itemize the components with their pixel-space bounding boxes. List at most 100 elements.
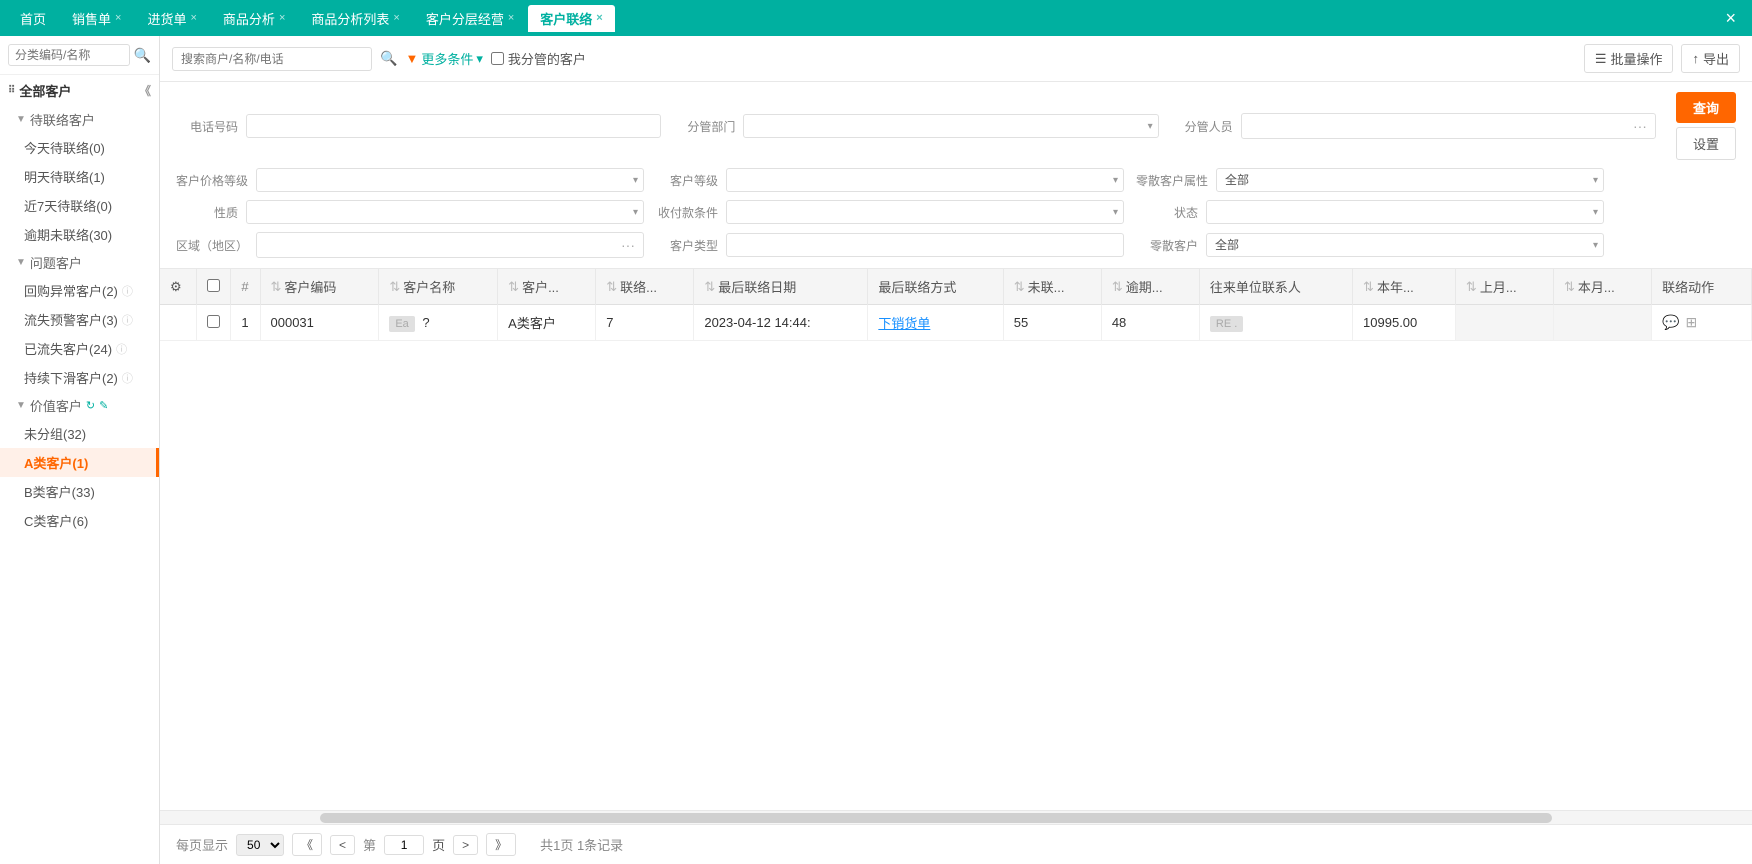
th-unit-contacts[interactable]: 往来单位联系人	[1199, 269, 1352, 305]
filter-dept-select[interactable]	[743, 114, 1158, 138]
nav-tab-customer-segment-close[interactable]: ×	[508, 12, 514, 24]
sidebar-item-repurchase-abnormal[interactable]: 回购异常客户(2) ⓘ	[0, 276, 159, 305]
filter-payment-field: 收付款条件 ▾	[656, 200, 1124, 224]
select-all-checkbox[interactable]	[207, 279, 220, 292]
sidebar-item-class-a[interactable]: A类客户(1)	[0, 448, 159, 477]
sidebar-value-edit-icon[interactable]: ✎	[99, 399, 108, 412]
nav-tab-purchase[interactable]: 进货单 ×	[135, 5, 208, 32]
sidebar-group-problem-triangle: ▼	[16, 257, 26, 268]
sidebar-value-refresh-icon[interactable]: ↻	[86, 399, 95, 412]
horizontal-scrollbar[interactable]	[160, 810, 1752, 824]
th-contact[interactable]: ⇅ 联络...	[596, 269, 694, 305]
filter-region-field: 区域（地区） ···	[176, 232, 644, 258]
nav-tab-product-analysis-list[interactable]: 商品分析列表 ×	[299, 5, 411, 32]
batch-operation-button[interactable]: ☰ 批量操作	[1584, 44, 1674, 73]
nav-close-all-button[interactable]: ×	[1717, 8, 1744, 29]
sidebar-item-tomorrow[interactable]: 明天待联络(1)	[0, 162, 159, 191]
filter-nature-select[interactable]	[246, 200, 644, 224]
filter-payment-select[interactable]	[726, 200, 1124, 224]
first-page-button[interactable]: 《	[292, 833, 322, 856]
th-customer-name[interactable]: ⇅ 客户名称	[379, 269, 498, 305]
sidebar-item-overdue[interactable]: 逾期未联络(30)	[0, 220, 159, 249]
page-number-input[interactable]	[384, 835, 424, 855]
grid-action-icon[interactable]: ⊞	[1686, 314, 1698, 331]
nav-tab-customer-segment[interactable]: 客户分层经营 ×	[414, 5, 526, 32]
settings-button[interactable]: 设置	[1676, 127, 1736, 160]
row-checkbox[interactable]	[207, 315, 220, 328]
nav-tab-customer-contact[interactable]: 客户联络 ×	[528, 5, 614, 32]
nav-tab-sales[interactable]: 销售单 ×	[60, 5, 133, 32]
sidebar-search-input[interactable]	[8, 44, 130, 66]
chat-action-icon[interactable]: 💬	[1662, 314, 1679, 331]
filter-retail-attr-select[interactable]: 全部	[1216, 168, 1604, 192]
td-overdue: 48	[1101, 305, 1199, 341]
th-last-contact-method[interactable]: 最后联络方式	[868, 269, 1003, 305]
sidebar-item-class-b[interactable]: B类客户(33)	[0, 477, 159, 506]
nav-tab-home[interactable]: 首页	[8, 5, 58, 32]
td-this-year: 10995.00	[1353, 305, 1456, 341]
sidebar-item-7days[interactable]: 近7天待联络(0)	[0, 191, 159, 220]
sidebar-item-class-c[interactable]: C类客户(6)	[0, 506, 159, 535]
filter-status-field: 状态 ▾	[1136, 200, 1604, 224]
th-last-contact-date-sort-icon: ⇅	[704, 279, 715, 295]
nav-tab-product-analysis-list-close[interactable]: ×	[393, 12, 399, 24]
filter-phone-input[interactable]	[246, 114, 661, 138]
nav-tab-product-analysis-close[interactable]: ×	[279, 12, 285, 24]
filter-search-input[interactable]	[172, 47, 372, 71]
filter-region-input[interactable]: ···	[256, 232, 644, 258]
filter-price-level-select[interactable]	[256, 168, 644, 192]
filter-my-customers-checkbox[interactable]	[491, 52, 504, 65]
filter-payment-wrapper: ▾	[726, 200, 1124, 224]
filter-retail-customer-select[interactable]: 全部	[1206, 233, 1604, 257]
sidebar-collapse-icon[interactable]: 《	[139, 82, 151, 99]
th-customer-type-label: 客户...	[522, 277, 559, 296]
sidebar-group-pending-contact[interactable]: ▼ 待联络客户	[0, 106, 159, 133]
filter-customer-level-select[interactable]	[726, 168, 1124, 192]
query-button[interactable]: 查询	[1676, 92, 1736, 123]
th-customer-type[interactable]: ⇅ 客户...	[498, 269, 596, 305]
filter-status-label: 状态	[1136, 204, 1206, 221]
sidebar-search-icon[interactable]: 🔍	[134, 47, 151, 64]
nav-tab-purchase-close[interactable]: ×	[190, 12, 196, 24]
th-not-contacted[interactable]: ⇅ 未联...	[1003, 269, 1101, 305]
filter-search-icon[interactable]: 🔍	[380, 50, 397, 67]
th-overdue[interactable]: ⇅ 逾期...	[1101, 269, 1199, 305]
sidebar: 🔍 ⠿ 全部客户 《 ▼ 待联络客户 今天待联络(0) 明天待联络(1) 近7天…	[0, 36, 160, 864]
sidebar-group-value[interactable]: ▼ 价值客户 ↻ ✎	[0, 392, 159, 419]
sidebar-item-continuous-decline[interactable]: 持续下滑客户(2) ⓘ	[0, 363, 159, 392]
export-button[interactable]: ↑ 导出	[1681, 44, 1740, 73]
sidebar-item-lost-risk[interactable]: 流失预警客户(3) ⓘ	[0, 305, 159, 334]
last-page-button[interactable]: 》	[486, 833, 516, 856]
filter-more-conditions-button[interactable]: ▼ 更多条件 ▾	[405, 49, 482, 68]
sidebar-item-unclassified[interactable]: 未分组(32)	[0, 419, 159, 448]
th-this-year[interactable]: ⇅ 本年...	[1353, 269, 1456, 305]
sidebar-group-problem[interactable]: ▼ 问题客户	[0, 249, 159, 276]
th-customer-code[interactable]: ⇅ 客户编码	[260, 269, 379, 305]
sidebar-all-customers[interactable]: ⠿ 全部客户 《	[0, 75, 159, 106]
next-page-button[interactable]: >	[453, 835, 478, 855]
filter-phone-field: 电话号码	[176, 114, 661, 138]
sidebar-item-class-c-label: C类客户(6)	[24, 511, 88, 530]
prev-page-button[interactable]: <	[330, 835, 355, 855]
sidebar-item-today[interactable]: 今天待联络(0)	[0, 133, 159, 162]
nav-tab-product-analysis[interactable]: 商品分析 ×	[211, 5, 297, 32]
settings-gear-icon[interactable]: ⚙	[170, 279, 182, 295]
nav-tab-sales-close[interactable]: ×	[115, 12, 121, 24]
th-last-contact-date[interactable]: ⇅ 最后联络日期	[694, 269, 868, 305]
filter-icon: ▼	[405, 51, 418, 66]
nav-tab-customer-contact-close[interactable]: ×	[596, 12, 602, 24]
filter-manager-input[interactable]: ···	[1241, 113, 1656, 139]
last-contact-method-link[interactable]: 下销货单	[878, 316, 930, 331]
filter-customer-type-select[interactable]	[726, 233, 1124, 257]
th-settings[interactable]: ⚙	[160, 269, 196, 305]
th-this-year-label: 本年...	[1377, 277, 1414, 296]
td-last-contact-method: 下销货单	[868, 305, 1003, 341]
filter-payment-label: 收付款条件	[656, 204, 726, 221]
sidebar-item-lost[interactable]: 已流失客户(24) ⓘ	[0, 334, 159, 363]
page-size-select[interactable]: 50	[236, 834, 284, 856]
th-last-month[interactable]: ⇅ 上月...	[1455, 269, 1553, 305]
td-unit-contacts: RE .	[1199, 305, 1352, 341]
filter-status-select[interactable]	[1206, 200, 1604, 224]
th-contact-action-label: 联络动作	[1662, 277, 1714, 296]
th-this-month[interactable]: ⇅ 本月...	[1554, 269, 1652, 305]
